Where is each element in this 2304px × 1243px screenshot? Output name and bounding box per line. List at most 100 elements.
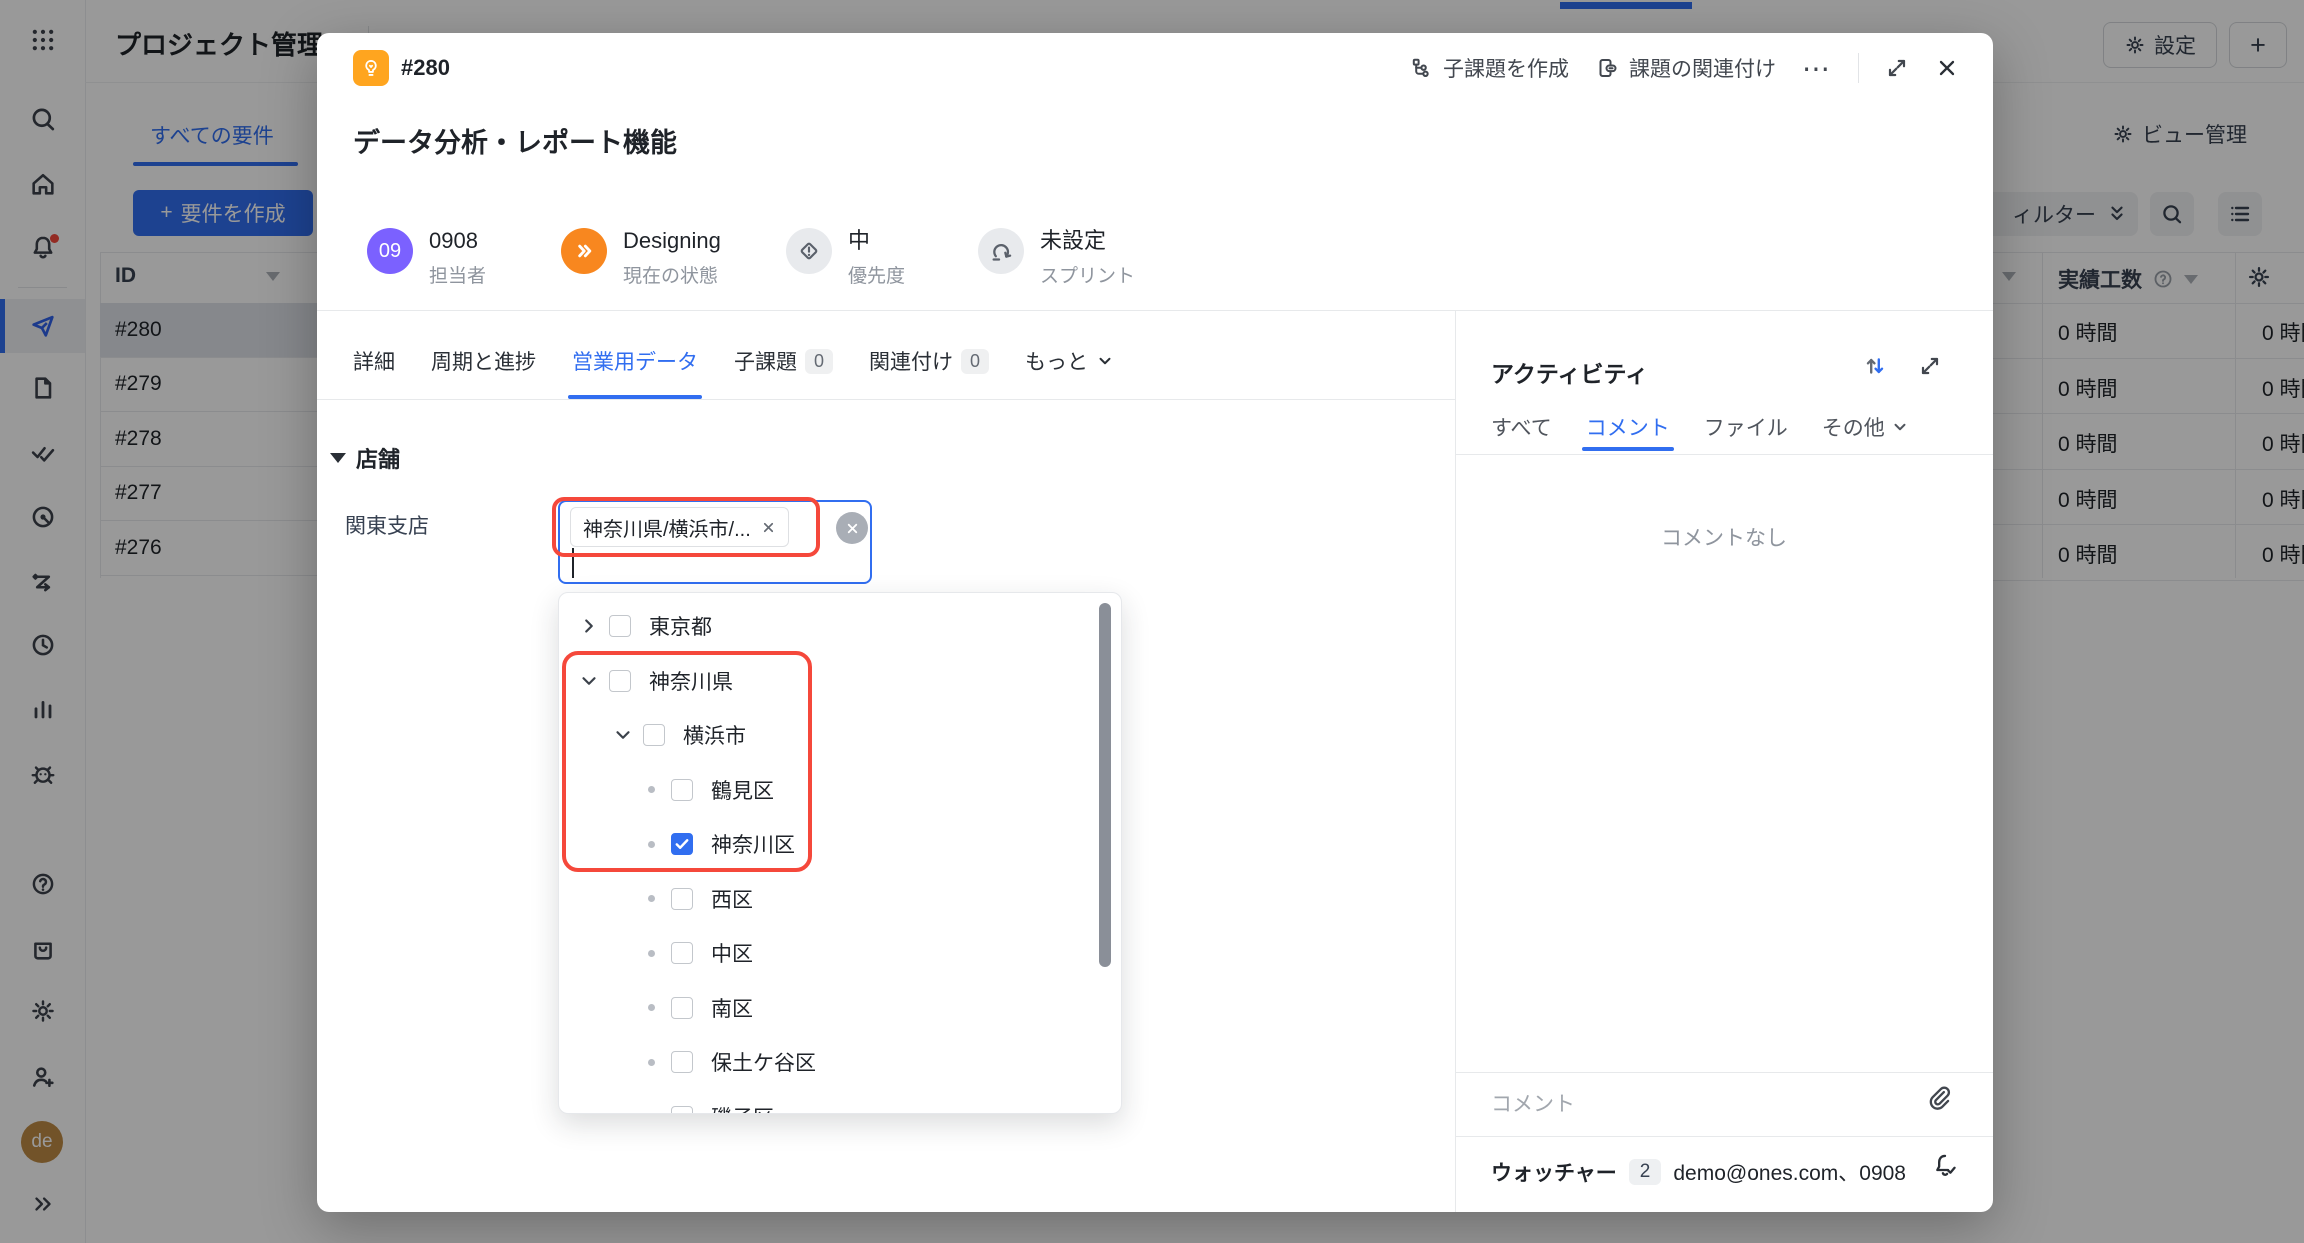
- section-store-title: 店舗: [356, 447, 401, 472]
- assignee-avatar: 09: [367, 228, 413, 274]
- expand-activity-icon[interactable]: [1918, 354, 1942, 378]
- sort-order-icon[interactable]: [1862, 353, 1888, 379]
- activity-title: アクティビティ: [1491, 361, 1649, 387]
- checkbox-西区[interactable]: [671, 887, 693, 910]
- sprint-field[interactable]: 未設定 スプリント: [978, 228, 1135, 288]
- tree-item-神奈川区[interactable]: 神奈川区: [559, 817, 1121, 872]
- section-divider: [317, 310, 1993, 311]
- remove-tag-icon[interactable]: [761, 520, 776, 535]
- chevron-down-icon: [1096, 352, 1114, 370]
- clear-icon: [847, 523, 857, 533]
- sprint-label: スプリント: [1040, 266, 1136, 287]
- activity-tab-コメント[interactable]: コメント: [1581, 409, 1674, 451]
- activity-tabs-border: [1455, 454, 1993, 455]
- section-store[interactable]: 店舗: [330, 442, 400, 474]
- tab-count-badge: 0: [805, 348, 834, 374]
- create-subtask-button[interactable]: 子課題を作成: [1409, 53, 1569, 83]
- issue-tab-営業用データ[interactable]: 営業用データ: [568, 340, 702, 399]
- text-cursor: [572, 548, 574, 578]
- activity-tab-ファイル[interactable]: ファイル: [1704, 409, 1788, 445]
- chevron-right-icon[interactable]: [577, 614, 601, 638]
- issue-tab-もっと[interactable]: もっと: [1025, 340, 1114, 382]
- tree-item-鶴見区[interactable]: 鶴見区: [559, 763, 1121, 818]
- issue-tab-子課題[interactable]: 子課題 0: [734, 340, 834, 382]
- active-tab-underline: [1581, 447, 1674, 451]
- checkbox-鶴見区[interactable]: [671, 778, 693, 801]
- tree-item-label: 鶴見区: [711, 779, 774, 803]
- header-divider: [1858, 53, 1859, 83]
- tree-item-label: 西区: [711, 888, 753, 912]
- tree-item-label: 保土ケ谷区: [711, 1052, 816, 1076]
- assignee-label: 担当者: [429, 266, 487, 287]
- dropdown-scrollbar[interactable]: [1099, 603, 1111, 967]
- tree-item-label: 神奈川区: [711, 834, 795, 858]
- clear-field-button[interactable]: [836, 512, 868, 544]
- watchers-count-badge: 2: [1628, 1159, 1662, 1185]
- tree-item-磯子区[interactable]: 磯子区: [559, 1090, 1121, 1114]
- location-tree-dropdown: 東京都神奈川県横浜市鶴見区神奈川区西区中区南区保土ケ谷区磯子区: [558, 592, 1122, 1114]
- watch-toggle-button[interactable]: [1931, 1151, 1959, 1179]
- activity-panel-divider: [1455, 310, 1456, 1212]
- kanto-branch-field-label: 関東支店: [345, 515, 429, 538]
- sprint-icon: [978, 228, 1024, 274]
- checkbox-神奈川区[interactable]: [671, 833, 693, 856]
- issue-tab-label: 周期と進捗: [431, 351, 536, 374]
- close-modal-icon[interactable]: [1935, 56, 1959, 80]
- tree-item-保土ケ谷区[interactable]: 保土ケ谷区: [559, 1035, 1121, 1090]
- issue-title[interactable]: データ分析・レポート機能: [353, 121, 677, 160]
- tabs-bottom-border: [317, 399, 1455, 400]
- bell-check-icon: [1936, 1154, 1956, 1176]
- attach-file-button[interactable]: [1925, 1083, 1953, 1111]
- more-actions-button[interactable]: ⋯: [1802, 52, 1832, 85]
- tree-item-label: 磯子区: [711, 1102, 774, 1113]
- activity-tab-すべて[interactable]: すべて: [1491, 409, 1552, 445]
- chevron-down-icon[interactable]: [611, 723, 635, 747]
- selected-location-tag[interactable]: 神奈川県/横浜市/...: [570, 507, 789, 547]
- checkbox-横浜市[interactable]: [643, 724, 665, 747]
- priority-value: 中: [848, 228, 871, 253]
- assignee-field[interactable]: 09 0908 担当者: [367, 228, 486, 288]
- checkbox-東京都[interactable]: [609, 615, 631, 638]
- status-label: 現在の状態: [623, 266, 719, 287]
- expand-modal-icon[interactable]: [1885, 56, 1909, 80]
- issue-tab-周期と進捗[interactable]: 周期と進捗: [431, 340, 536, 382]
- assignee-value: 0908: [429, 228, 478, 253]
- activity-tab-label: ファイル: [1703, 417, 1788, 440]
- activity-tabs: すべて コメント ファイル その他: [1491, 409, 1909, 451]
- leaf-bullet-icon: [648, 1113, 655, 1114]
- status-field[interactable]: Designing 現在の状態: [561, 228, 721, 288]
- checkbox-保土ケ谷区[interactable]: [671, 1051, 693, 1074]
- tree-item-東京都[interactable]: 東京都: [559, 599, 1121, 654]
- priority-field[interactable]: 中 優先度: [786, 228, 905, 288]
- leaf-bullet-icon: [648, 840, 655, 848]
- section-collapse-triangle-icon: [330, 453, 346, 463]
- status-value: Designing: [623, 228, 721, 253]
- issue-detail-modal: #280 子課題を作成 課題の関連付け ⋯ データ分析・レポート機能 09 09…: [317, 33, 1993, 1212]
- issue-tab-label: 詳細: [353, 351, 395, 374]
- link-issue-button[interactable]: 課題の関連付け: [1595, 53, 1776, 83]
- issue-tab-label: 営業用データ: [572, 351, 698, 374]
- issue-tab-関連付け[interactable]: 関連付け 0: [869, 340, 990, 382]
- checkbox-神奈川県[interactable]: [609, 669, 631, 692]
- no-comments-text: コメントなし: [1661, 527, 1787, 550]
- tree-item-横浜市[interactable]: 横浜市: [559, 708, 1121, 763]
- issue-tab-label: 関連付け: [869, 351, 954, 374]
- chevron-down-icon[interactable]: [577, 669, 601, 693]
- watchers-names[interactable]: demo@ones.com、0908: [1673, 1157, 1906, 1187]
- activity-tab-その他[interactable]: その他: [1822, 409, 1909, 445]
- create-subtask-label: 子課題を作成: [1443, 58, 1569, 81]
- tree-item-西区[interactable]: 西区: [559, 872, 1121, 927]
- issue-tab-label: 子課題: [734, 351, 797, 374]
- checkbox-磯子区[interactable]: [671, 1105, 693, 1113]
- tree-item-label: 中区: [711, 943, 753, 967]
- comment-input[interactable]: コメント: [1491, 1088, 1575, 1118]
- checkbox-中区[interactable]: [671, 942, 693, 965]
- selected-location-tag-label: 神奈川県/横浜市/...: [583, 518, 751, 541]
- issue-tab-詳細[interactable]: 詳細: [353, 340, 395, 382]
- checkbox-南区[interactable]: [671, 996, 693, 1019]
- tree-item-中区[interactable]: 中区: [559, 926, 1121, 981]
- paperclip-icon: [1929, 1086, 1951, 1110]
- tree-item-南区[interactable]: 南区: [559, 981, 1121, 1036]
- tree-item-神奈川県[interactable]: 神奈川県: [559, 654, 1121, 709]
- watchers-top-border: [1455, 1136, 1993, 1137]
